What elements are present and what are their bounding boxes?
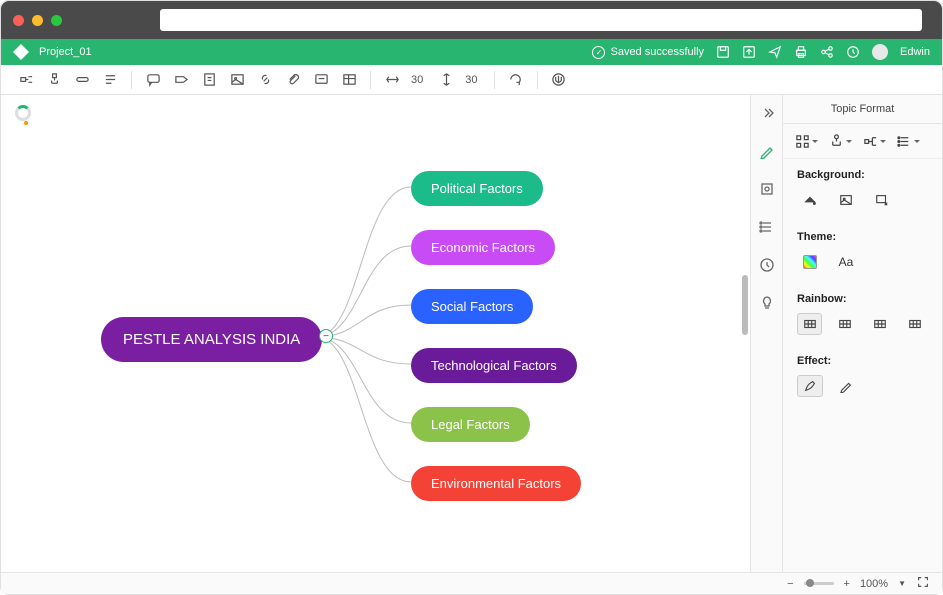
presence-icon bbox=[15, 105, 33, 123]
theme-font-button[interactable]: Aa bbox=[833, 251, 859, 273]
collapse-panel-icon[interactable] bbox=[757, 103, 777, 123]
check-icon: ✓ bbox=[592, 46, 605, 59]
zoom-in-icon[interactable]: + bbox=[844, 578, 850, 590]
save-status: ✓ Saved successfully bbox=[592, 46, 704, 59]
panel-title: Topic Format bbox=[783, 95, 942, 124]
link-icon[interactable] bbox=[254, 69, 276, 91]
root-node[interactable]: PESTLE ANALYSIS INDIA bbox=[101, 317, 322, 362]
comment-icon[interactable] bbox=[310, 69, 332, 91]
attach-icon[interactable] bbox=[282, 69, 304, 91]
fullscreen-icon[interactable] bbox=[916, 575, 930, 592]
layout-1-icon[interactable] bbox=[15, 69, 37, 91]
bg-fill-icon[interactable] bbox=[797, 189, 823, 211]
rainbow-opt-3[interactable] bbox=[868, 313, 893, 335]
chat-icon[interactable] bbox=[142, 69, 164, 91]
print-icon[interactable] bbox=[794, 45, 808, 59]
save-icon[interactable] bbox=[716, 45, 730, 59]
zoom-value[interactable]: 100% bbox=[860, 578, 888, 590]
collapse-toggle[interactable]: − bbox=[319, 329, 333, 343]
child-node-0[interactable]: Political Factors bbox=[411, 171, 543, 206]
outline-tab-icon[interactable] bbox=[757, 217, 777, 237]
window-titlebar bbox=[1, 1, 942, 39]
bg-image-icon[interactable] bbox=[833, 189, 859, 211]
share-icon[interactable] bbox=[820, 45, 834, 59]
app-logo-icon bbox=[13, 44, 29, 60]
table-icon[interactable] bbox=[338, 69, 360, 91]
minimize-window-icon[interactable] bbox=[32, 15, 43, 26]
traffic-lights bbox=[13, 15, 62, 26]
idea-tab-icon[interactable] bbox=[757, 293, 777, 313]
project-name: Project_01 bbox=[39, 46, 92, 58]
child-node-5[interactable]: Environmental Factors bbox=[411, 466, 581, 501]
canvas[interactable]: PESTLE ANALYSIS INDIA − Political Factor… bbox=[1, 95, 750, 572]
side-tabs bbox=[750, 95, 782, 572]
url-bar[interactable] bbox=[160, 9, 922, 31]
theme-label: Theme: bbox=[797, 231, 928, 243]
layout-4-icon[interactable] bbox=[99, 69, 121, 91]
close-window-icon[interactable] bbox=[13, 15, 24, 26]
zoom-slider[interactable] bbox=[804, 582, 834, 585]
app-bar: Project_01 ✓ Saved successfully Edwin bbox=[1, 39, 942, 65]
layout-2-icon[interactable] bbox=[43, 69, 65, 91]
toolbar: 30 30 bbox=[1, 65, 942, 95]
format-tab-icon[interactable] bbox=[757, 141, 777, 161]
psi-icon[interactable] bbox=[548, 69, 570, 91]
rainbow-opt-2[interactable] bbox=[832, 313, 857, 335]
user-name: Edwin bbox=[900, 46, 930, 58]
effect-label: Effect: bbox=[797, 355, 928, 367]
effect-pen-icon[interactable] bbox=[833, 375, 859, 397]
child-node-2[interactable]: Social Factors bbox=[411, 289, 533, 324]
effect-hand-icon[interactable] bbox=[797, 375, 823, 397]
child-node-3[interactable]: Technological Factors bbox=[411, 348, 577, 383]
rainbow-opt-4[interactable] bbox=[903, 313, 928, 335]
height-icon[interactable] bbox=[435, 69, 457, 91]
structure-4-icon[interactable] bbox=[895, 130, 921, 152]
view-tab-icon[interactable] bbox=[757, 179, 777, 199]
mindmap: PESTLE ANALYSIS INDIA − Political Factor… bbox=[101, 165, 601, 545]
child-node-4[interactable]: Legal Factors bbox=[411, 407, 530, 442]
tag-icon[interactable] bbox=[170, 69, 192, 91]
user-avatar-icon[interactable] bbox=[872, 44, 888, 60]
scrollbar-thumb[interactable] bbox=[742, 275, 748, 335]
format-panel: Topic Format Background: Theme: Aa Rainb… bbox=[782, 95, 942, 572]
child-node-1[interactable]: Economic Factors bbox=[411, 230, 555, 265]
zoom-dropdown-icon[interactable]: ▼ bbox=[898, 579, 906, 588]
width-icon[interactable] bbox=[381, 69, 403, 91]
zoom-out-icon[interactable]: − bbox=[787, 578, 793, 590]
structure-1-icon[interactable] bbox=[793, 130, 819, 152]
export-icon[interactable] bbox=[742, 45, 756, 59]
status-text: Saved successfully bbox=[610, 46, 704, 58]
image-icon[interactable] bbox=[226, 69, 248, 91]
width-value: 30 bbox=[411, 74, 423, 86]
structure-2-icon[interactable] bbox=[827, 130, 853, 152]
refresh-icon[interactable] bbox=[505, 69, 527, 91]
status-bar: − + 100% ▼ bbox=[1, 572, 942, 594]
layout-3-icon[interactable] bbox=[71, 69, 93, 91]
history-tab-icon[interactable] bbox=[757, 255, 777, 275]
rainbow-opt-1[interactable] bbox=[797, 313, 822, 335]
height-value: 30 bbox=[465, 74, 477, 86]
structure-3-icon[interactable] bbox=[861, 130, 887, 152]
background-label: Background: bbox=[797, 169, 928, 181]
bg-remove-icon[interactable] bbox=[869, 189, 895, 211]
history-icon[interactable] bbox=[846, 45, 860, 59]
rainbow-label: Rainbow: bbox=[797, 293, 928, 305]
maximize-window-icon[interactable] bbox=[51, 15, 62, 26]
theme-color-icon[interactable] bbox=[797, 251, 823, 273]
send-icon[interactable] bbox=[768, 45, 782, 59]
note-icon[interactable] bbox=[198, 69, 220, 91]
